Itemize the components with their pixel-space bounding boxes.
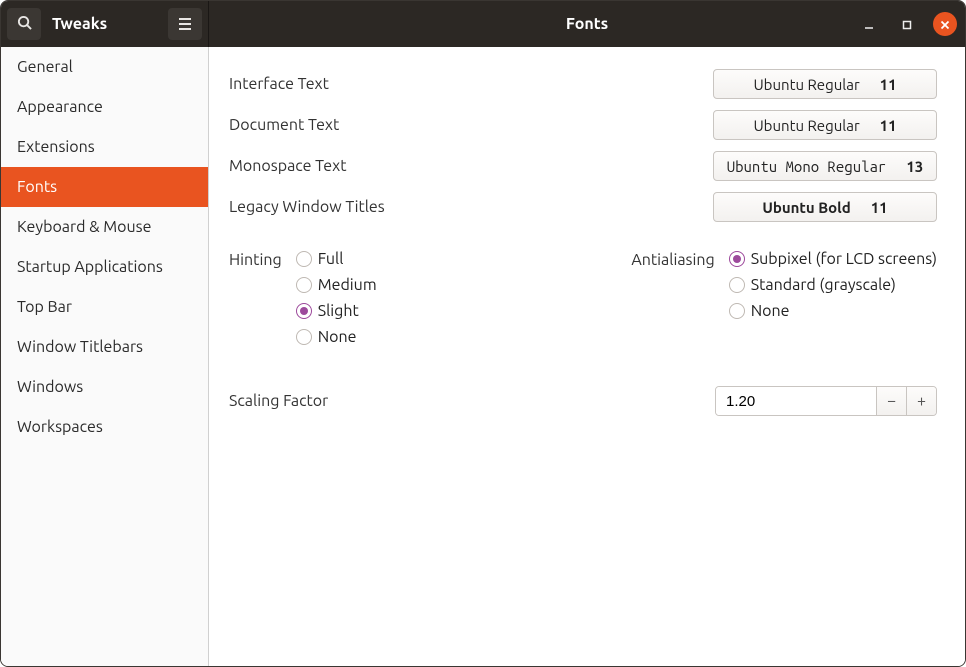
sidebar: General Appearance Extensions Fonts Keyboard… (1, 47, 209, 666)
sidebar-item-windows[interactable]: Windows (1, 367, 208, 407)
radio-option[interactable]: Slight (296, 302, 377, 320)
font-row: Monospace Text Ubuntu Mono Regular 13 (229, 151, 937, 181)
close-icon (940, 16, 950, 33)
radio-label: Standard (grayscale) (751, 276, 896, 294)
menu-button[interactable] (168, 8, 202, 40)
sidebar-item-label: Startup Applications (17, 258, 163, 276)
radio-option[interactable]: None (296, 328, 377, 346)
font-name: Ubuntu Regular (753, 76, 859, 93)
sidebar-item-window-titlebars[interactable]: Window Titlebars (1, 327, 208, 367)
radio-label: Slight (318, 302, 359, 320)
content: Interface TextUbuntu Regular11Document T… (209, 47, 965, 666)
sidebar-item-fonts[interactable]: Fonts (1, 167, 208, 207)
font-picker-button[interactable]: Ubuntu Bold 11 (713, 192, 937, 222)
sidebar-item-extensions[interactable]: Extensions (1, 127, 208, 167)
radio-icon (296, 251, 312, 267)
radio-icon (729, 303, 745, 319)
font-name: Ubuntu Mono Regular (727, 158, 887, 175)
sidebar-item-label: Workspaces (17, 418, 103, 436)
radio-icon (729, 251, 745, 267)
radio-label: None (751, 302, 790, 320)
titlebar-left: Tweaks (1, 1, 209, 47)
radio-option[interactable]: Medium (296, 276, 377, 294)
window-controls (857, 1, 957, 47)
titlebar: Tweaks Fonts (1, 1, 965, 47)
font-row: Document Text Ubuntu Regular 11 (229, 110, 937, 140)
font-name: Ubuntu Regular (753, 117, 859, 134)
scaling-row: Scaling Factor − + (229, 386, 937, 416)
radio-label: None (318, 328, 357, 346)
sidebar-item-keyboard-mouse[interactable]: Keyboard & Mouse (1, 207, 208, 247)
sidebar-item-label: Keyboard & Mouse (17, 218, 151, 236)
scaling-spinner: − + (715, 386, 937, 416)
sidebar-item-appearance[interactable]: Appearance (1, 87, 208, 127)
radio-icon (296, 329, 312, 345)
font-size: 11 (880, 117, 897, 134)
sidebar-item-label: Fonts (17, 178, 57, 196)
sidebar-item-startup-applications[interactable]: Startup Applications (1, 247, 208, 287)
sidebar-item-top-bar[interactable]: Top Bar (1, 287, 208, 327)
radio-icon (296, 277, 312, 293)
scaling-decrease-button[interactable]: − (876, 387, 906, 415)
radio-option[interactable]: Full (296, 250, 377, 268)
hamburger-icon (178, 16, 192, 33)
minimize-button[interactable] (857, 12, 881, 36)
font-name: Ubuntu Bold (762, 199, 850, 216)
font-picker-button[interactable]: Ubuntu Regular 11 (713, 69, 937, 99)
sidebar-item-label: Windows (17, 378, 83, 396)
page-title: Fonts (209, 15, 965, 33)
font-picker-button[interactable]: Ubuntu Regular 11 (713, 110, 937, 140)
radio-icon (296, 303, 312, 319)
maximize-icon (902, 16, 912, 33)
hinting-label: Hinting (229, 250, 282, 346)
scaling-input[interactable] (716, 387, 876, 415)
minus-icon: − (887, 392, 896, 410)
font-size: 11 (871, 199, 888, 216)
font-row-label: Legacy Window Titles (229, 198, 385, 216)
search-button[interactable] (7, 8, 41, 40)
radio-icon (729, 277, 745, 293)
sidebar-item-label: Appearance (17, 98, 103, 116)
hinting-group: Hinting Full Medium Slight None (229, 250, 377, 346)
font-row-label: Document Text (229, 116, 339, 134)
sidebar-item-label: Window Titlebars (17, 338, 143, 356)
radio-option[interactable]: None (729, 302, 937, 320)
window: Tweaks Fonts (0, 0, 966, 667)
sidebar-item-general[interactable]: General (1, 47, 208, 87)
close-button[interactable] (933, 12, 957, 36)
sidebar-item-label: General (17, 58, 73, 76)
antialiasing-label: Antialiasing (631, 250, 714, 346)
font-row: Interface Text Ubuntu Regular 11 (229, 69, 937, 99)
radio-label: Full (318, 250, 344, 268)
font-picker-button[interactable]: Ubuntu Mono Regular 13 (713, 151, 937, 181)
scaling-increase-button[interactable]: + (906, 387, 936, 415)
font-size: 11 (880, 76, 897, 93)
minimize-icon (864, 16, 874, 33)
radio-section: Hinting Full Medium Slight None Antialiasin… (229, 250, 937, 346)
antialiasing-group: Antialiasing Subpixel (for LCD screens) S… (631, 250, 937, 346)
sidebar-item-label: Top Bar (17, 298, 72, 316)
scaling-label: Scaling Factor (229, 392, 328, 410)
font-row: Legacy Window Titles Ubuntu Bold 11 (229, 192, 937, 222)
radio-option[interactable]: Standard (grayscale) (729, 276, 937, 294)
font-row-label: Interface Text (229, 75, 329, 93)
radio-option[interactable]: Subpixel (for LCD screens) (729, 250, 937, 268)
sidebar-item-workspaces[interactable]: Workspaces (1, 407, 208, 447)
font-size: 13 (906, 158, 923, 175)
body: General Appearance Extensions Fonts Keyboard… (1, 47, 965, 666)
app-title: Tweaks (52, 15, 160, 33)
maximize-button[interactable] (895, 12, 919, 36)
sidebar-item-label: Extensions (17, 138, 95, 156)
search-icon (17, 15, 32, 33)
radio-label: Medium (318, 276, 377, 294)
font-row-label: Monospace Text (229, 157, 347, 175)
plus-icon: + (917, 392, 926, 410)
radio-label: Subpixel (for LCD screens) (751, 250, 937, 268)
